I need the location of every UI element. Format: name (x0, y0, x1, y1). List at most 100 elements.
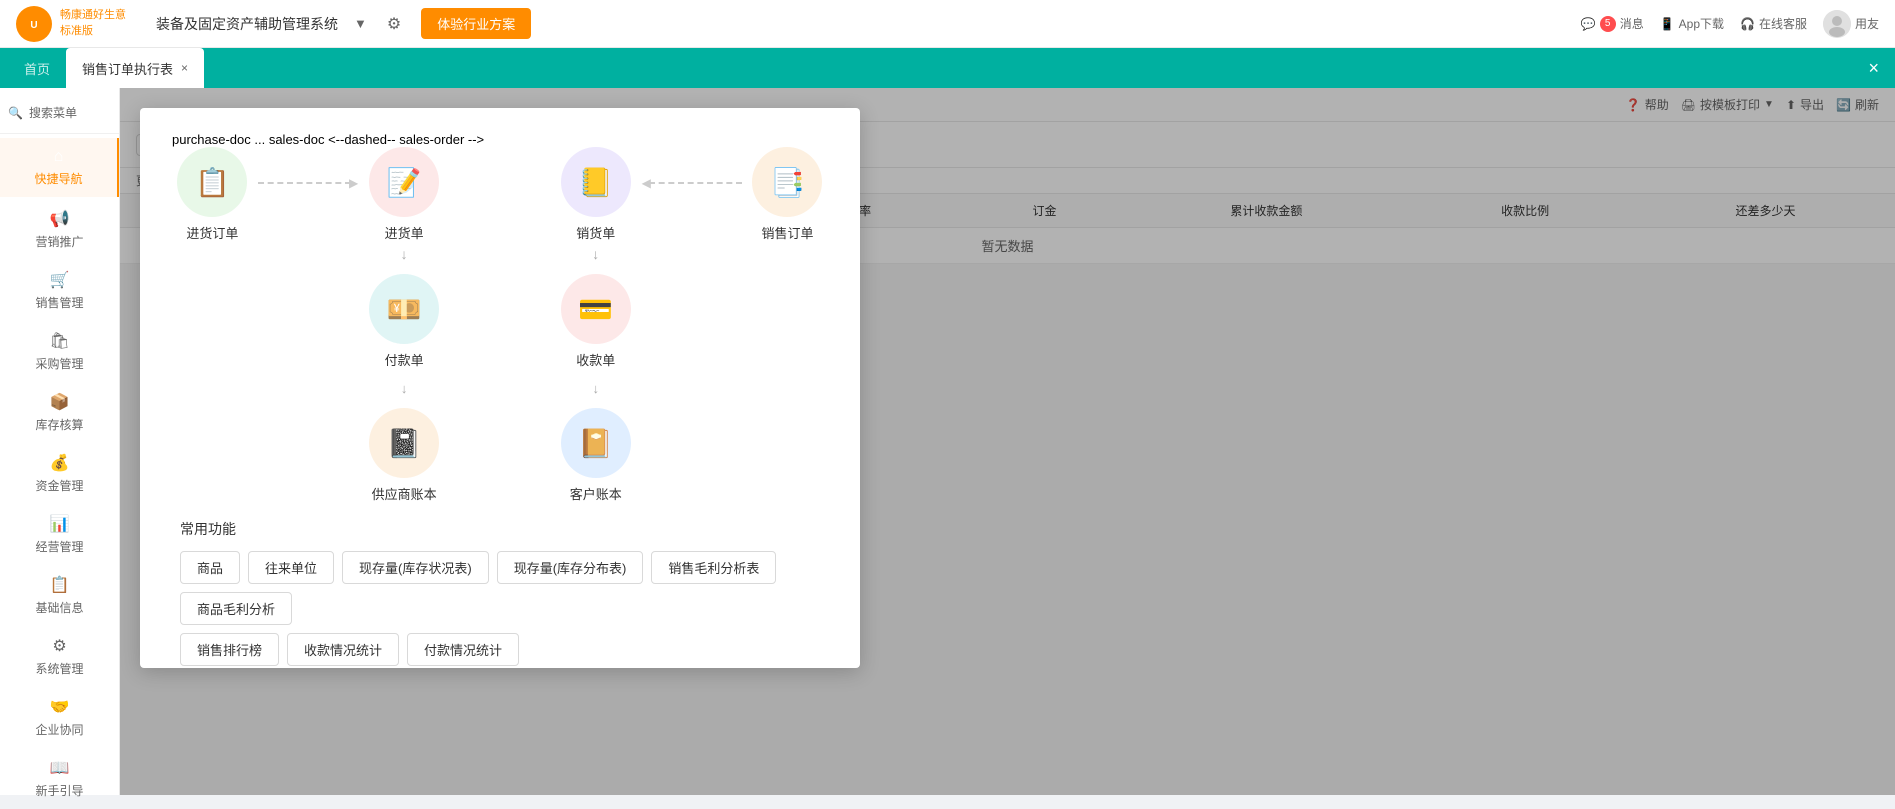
sidebar: 🔍 搜索菜单 ⌂ 快捷导航 📢 营销推广 🛒 销售管理 🛍 采购管理 📦 库存核… (0, 88, 120, 795)
sidebar-item-label: 基础信息 (35, 599, 83, 616)
sales-order-circle: 📑 (752, 147, 822, 217)
tab-sales-order[interactable]: 销售订单执行表 × (66, 48, 204, 88)
dropdown-icon[interactable]: ▼ (354, 16, 367, 31)
tab-home[interactable]: 首页 (8, 48, 66, 88)
cf-btn-goods-profit[interactable]: 商品毛利分析 (180, 592, 292, 625)
sidebar-search-label: 搜索菜单 (29, 104, 77, 121)
receipt-doc-icon: 💳 (578, 293, 613, 326)
sidebar-item-label: 营销推广 (35, 233, 83, 250)
sidebar-item-quick-nav[interactable]: ⌂ 快捷导航 (0, 138, 119, 197)
user-menu[interactable]: 用友 (1823, 10, 1879, 38)
app-download-btn[interactable]: 📱 App下载 (1660, 15, 1724, 32)
logo-text: 畅康通好生意 标准版 (60, 8, 126, 39)
flow-middle-row: 💴 付款单 💳 收款单 (172, 274, 828, 369)
customer-account-label: 客户账本 (570, 484, 622, 503)
payment-doc-circle: 💴 (369, 274, 439, 344)
sidebar-item-enterprise[interactable]: 🤝 企业协同 (0, 687, 119, 748)
spacer-1 (177, 246, 247, 262)
down-arrow-icon-1: ↓ (369, 246, 439, 262)
s2 (258, 381, 358, 396)
sales-doc-icon: 📒 (578, 166, 613, 199)
sidebar-item-inventory[interactable]: 📦 库存核算 (0, 382, 119, 443)
flow-supplier-account: 📓 供应商账本 (369, 408, 439, 503)
spacer-5 (752, 246, 822, 262)
cf-btn-payment-stats[interactable]: 付款情况统计 (407, 633, 519, 666)
close-window-btn[interactable]: × (1860, 58, 1887, 79)
cf-btn-stock-dist[interactable]: 现存量(库存分布表) (497, 551, 644, 584)
common-functions: 常用功能 商品 往来单位 现存量(库存状况表) 现存量(库存分布表) 销售毛利分… (140, 519, 860, 668)
tab-sales-label: 销售订单执行表 (82, 59, 173, 78)
online-service-btn[interactable]: 🎧 在线客服 (1740, 15, 1807, 32)
sidebar-item-label: 库存核算 (35, 416, 83, 433)
flow-purchase-order: 📋 进货订单 (177, 147, 247, 242)
purchase-order-circle: 📋 (177, 147, 247, 217)
cf-title: 常用功能 (180, 519, 820, 539)
sidebar-item-operations[interactable]: 📊 经营管理 (0, 504, 119, 565)
arrow-purchase-to-doc: ▶ (258, 176, 358, 190)
cf-buttons-row2: 销售排行榜 收款情况统计 付款情况统计 (180, 633, 820, 666)
down-arrow-3: ↓ (401, 381, 408, 396)
cf-btn-sales-profit[interactable]: 销售毛利分析表 (651, 551, 776, 584)
down-arrows-row: ↓ ↓ (172, 242, 828, 266)
operations-icon: 📊 (50, 514, 70, 534)
sidebar-item-finance[interactable]: 💰 资金管理 (0, 443, 119, 504)
content-area: ❓ 帮助 🖨 按模板打印 ▼ ⬆ 导出 🔄 刷新 📅 单据状态 (120, 88, 1895, 795)
sales-doc-circle: 📒 (561, 147, 631, 217)
purchase-order-label: 进货订单 (186, 223, 238, 242)
gear-icon[interactable]: ⚙ (387, 14, 401, 34)
down-arrow-payment: ↓ (369, 381, 439, 396)
customer-account-circle: 📔 (561, 408, 631, 478)
sidebar-item-purchase[interactable]: 🛍 采购管理 (0, 321, 119, 382)
app-download-label: App下载 (1679, 15, 1724, 32)
flow-receipt-doc: 💳 收款单 (561, 274, 631, 369)
supplier-account-label: 供应商账本 (372, 484, 437, 503)
marketing-icon: 📢 (50, 209, 70, 229)
purchase-order-icon: 📋 (195, 166, 230, 199)
cf-btn-partner[interactable]: 往来单位 (248, 551, 334, 584)
sales-icon: 🛒 (50, 270, 70, 290)
flow-bottom-row: 📓 供应商账本 📔 客户账本 (172, 408, 828, 503)
experience-btn[interactable]: 体验行业方案 (421, 8, 531, 39)
sidebar-item-newbie[interactable]: 📖 新手引导 (0, 748, 119, 809)
tab-close-icon[interactable]: × (181, 61, 188, 75)
sidebar-item-label: 采购管理 (35, 355, 83, 372)
modal-box: purchase-doc ... sales-doc <--dashed-- s… (140, 108, 860, 668)
cf-btn-stock-status[interactable]: 现存量(库存状况表) (342, 551, 489, 584)
purchase-icon: 🛍 (49, 331, 69, 351)
top-header: U 畅康通好生意 标准版 装备及固定资产辅助管理系统 ▼ ⚙ 体验行业方案 💬 … (0, 0, 1895, 48)
down-arrow-icon-2: ↓ (561, 246, 631, 262)
down-arrow-receipt: ↓ (561, 381, 631, 396)
message-badge: 5 (1600, 16, 1616, 32)
message-btn[interactable]: 💬 5 消息 (1581, 15, 1644, 32)
arrow-order-to-doc: ◀ (642, 176, 742, 190)
sidebar-item-marketing[interactable]: 📢 营销推广 (0, 199, 119, 260)
sidebar-item-label: 销售管理 (35, 294, 83, 311)
system-title: 装备及固定资产辅助管理系统 (156, 14, 338, 34)
down-arrow-purchase: ↓ (369, 246, 439, 262)
cf-btn-sales-ranking[interactable]: 销售排行榜 (180, 633, 279, 666)
down-arrows-row-2: ↓ ↓ (172, 377, 828, 400)
svg-text:U: U (30, 20, 37, 31)
newbie-icon: 📖 (50, 758, 70, 778)
cf-btn-receipt-stats[interactable]: 收款情况统计 (287, 633, 399, 666)
payment-doc-label: 付款单 (385, 350, 424, 369)
supplier-account-icon: 📓 (387, 427, 422, 460)
user-name: 用友 (1855, 15, 1879, 32)
sidebar-item-sales[interactable]: 🛒 销售管理 (0, 260, 119, 321)
sales-order-label: 销售订单 (761, 223, 813, 242)
sidebar-item-label: 经营管理 (35, 538, 83, 555)
finance-icon: 💰 (50, 453, 70, 473)
phone-icon: 📱 (1660, 17, 1675, 31)
flow-purchase-doc: 📝 进货单 (369, 147, 439, 242)
purchase-doc-label: 进货单 (385, 223, 424, 242)
sidebar-search[interactable]: 🔍 搜索菜单 (0, 96, 119, 134)
cf-btn-goods[interactable]: 商品 (180, 551, 240, 584)
system-icon: ⚙ (52, 636, 66, 656)
sales-order-icon: 📑 (770, 166, 805, 199)
spacer-3 (450, 246, 550, 262)
sidebar-item-system[interactable]: ⚙ 系统管理 (0, 626, 119, 687)
user-avatar (1823, 10, 1851, 38)
sidebar-item-label: 系统管理 (35, 660, 83, 677)
sidebar-item-basic-info[interactable]: 📋 基础信息 (0, 565, 119, 626)
sidebar-item-label: 新手引导 (35, 782, 83, 799)
